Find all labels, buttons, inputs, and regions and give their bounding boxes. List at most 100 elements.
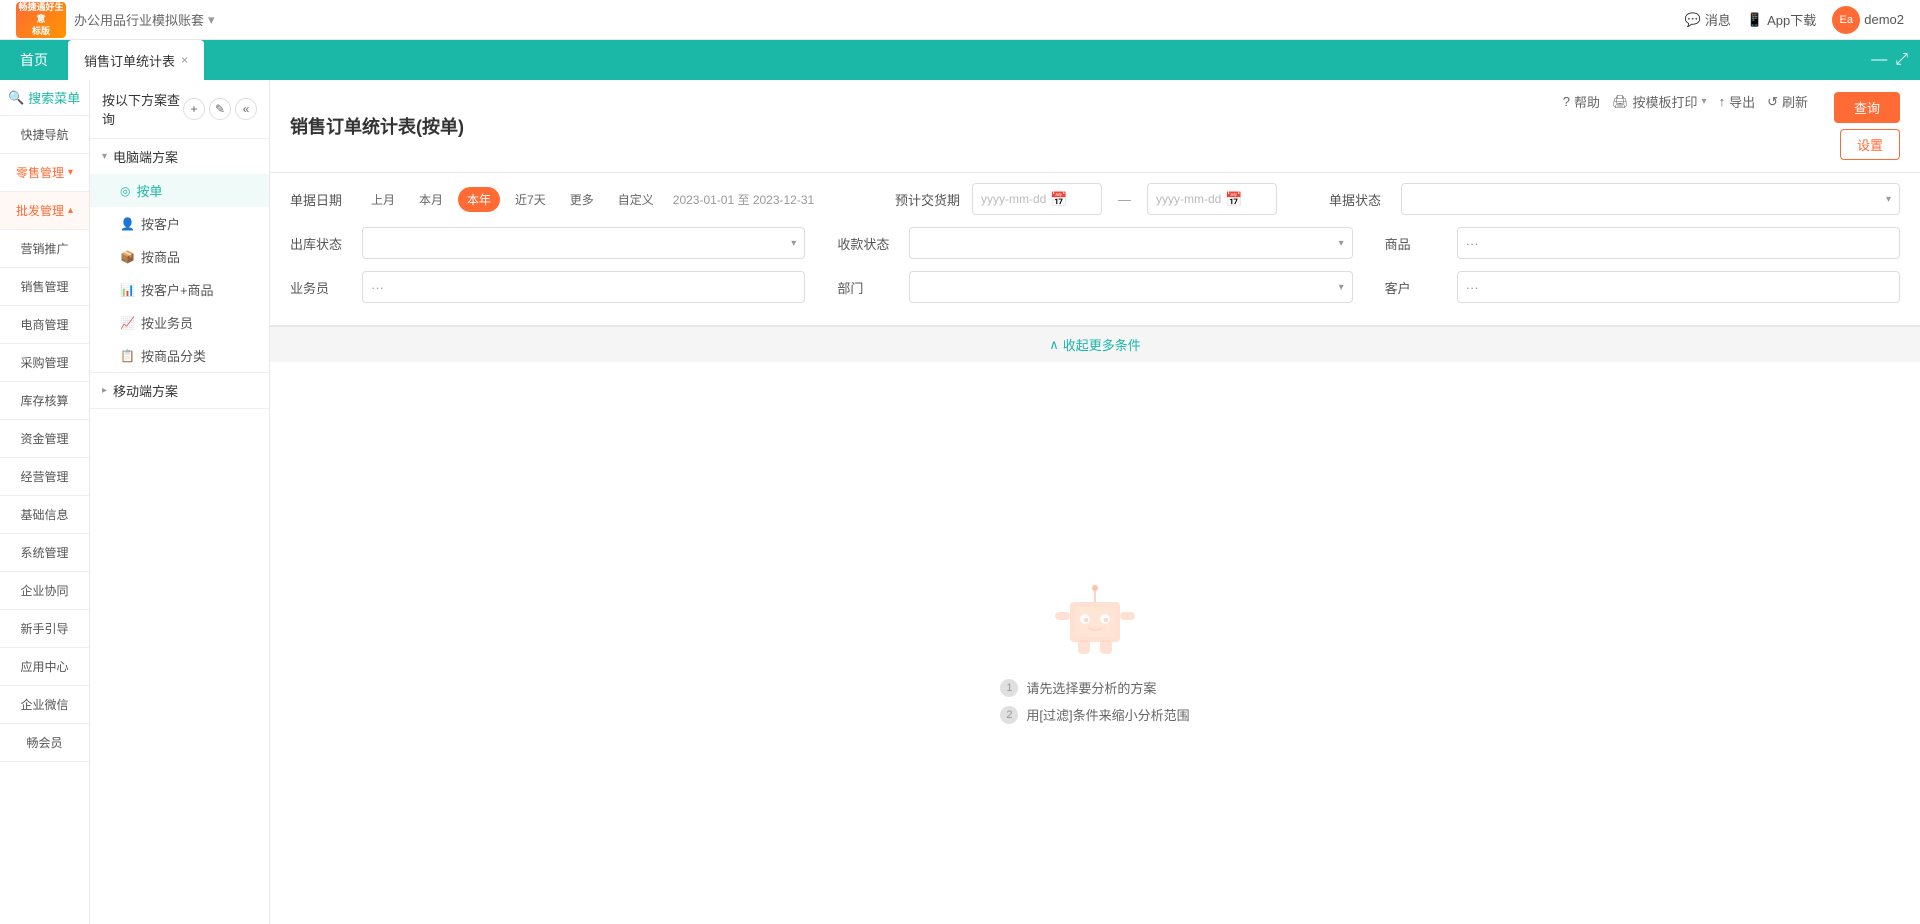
delivery-status-select[interactable]: ▾ (362, 227, 805, 259)
page-header-actions: ? 帮助 🖨 按模板打印 ▾ ↑ 导出 (1563, 92, 1808, 111)
scheme-item-by-product[interactable]: 📦 按商品 (90, 240, 269, 273)
scheme-group-mobile-header[interactable]: ▸ 移动端方案 (90, 373, 269, 408)
content-area: 按以下方案查询 + ✎ « ▾ 电脑端方案 ◎ 按单 (90, 80, 1920, 924)
sidebar-ecommerce-label: 电商管理 (20, 318, 68, 332)
scheme-group-mobile: ▸ 移动端方案 (90, 373, 269, 409)
sidebar-item-operations[interactable]: 经营管理 (0, 458, 89, 496)
collapse-bar[interactable]: ∧ 收起更多条件 (270, 326, 1920, 362)
message-icon: 💬 (1685, 12, 1701, 28)
department-select[interactable]: ▾ (909, 271, 1352, 303)
collapse-panel-btn[interactable]: « (235, 98, 257, 120)
sidebar-inventory-label: 库存核算 (20, 394, 68, 408)
sidebar-search[interactable]: 🔍 搜索菜单 (0, 80, 89, 116)
shortcut-last7days[interactable]: 近7天 (506, 187, 555, 212)
breadcrumb: 办公用品行业模拟账套 ▾ (74, 10, 215, 29)
app-download-btn[interactable]: 📱 App下载 (1747, 10, 1816, 29)
export-btn[interactable]: ↑ 导出 (1719, 92, 1756, 111)
status-chevron-icon: ▾ (1886, 194, 1891, 205)
delivery-date-start[interactable]: yyyy-mm-dd 📅 (972, 183, 1102, 215)
sidebar-item-member[interactable]: 畅会员 (0, 724, 89, 762)
scheme-item-by-order[interactable]: ◎ 按单 (90, 174, 269, 207)
product-dots: ··· (1466, 236, 1479, 251)
delivery-date-end[interactable]: yyyy-mm-dd 📅 (1147, 183, 1277, 215)
add-scheme-btn[interactable]: + (183, 98, 205, 120)
customer-dots: ··· (1466, 280, 1479, 295)
scheme-order-icon: ◎ (120, 184, 130, 198)
sidebar-basic-label: 基础信息 (20, 508, 68, 522)
user-profile[interactable]: Ea demo2 (1832, 6, 1904, 34)
query-button[interactable]: 查询 (1834, 92, 1900, 123)
shortcut-this-year[interactable]: 本年 (458, 187, 500, 212)
sidebar-item-finance[interactable]: 资金管理 (0, 420, 89, 458)
sidebar-item-retail[interactable]: 零售管理 ▾ (0, 154, 89, 192)
tab-close-icon[interactable]: × (181, 53, 188, 67)
tab-active-label: 销售订单统计表 (84, 51, 175, 70)
sidebar-item-app-center[interactable]: 应用中心 (0, 648, 89, 686)
right-panel: 销售订单统计表(按单) ? 帮助 🖨 按模板打印 ▾ (270, 80, 1920, 924)
scheme-item-by-customer[interactable]: 👤 按客户 (90, 207, 269, 240)
print-btn[interactable]: 🖨 按模板打印 ▾ (1612, 92, 1707, 111)
page-header: 销售订单统计表(按单) ? 帮助 🖨 按模板打印 ▾ (270, 80, 1920, 173)
tab-maximize-btn[interactable]: ⤢ (1895, 51, 1908, 69)
scheme-item-by-salesperson[interactable]: 📈 按业务员 (90, 306, 269, 339)
scheme-salesperson-icon: 📈 (120, 316, 135, 330)
shortcut-last-month[interactable]: 上月 (362, 187, 404, 212)
search-icon: 🔍 (8, 90, 24, 106)
settings-button[interactable]: 设置 (1840, 129, 1900, 160)
calendar-start-icon[interactable]: 📅 (1050, 191, 1067, 208)
product-select[interactable]: ··· (1457, 227, 1900, 259)
sidebar-item-enterprise-wechat[interactable]: 企业微信 (0, 686, 89, 724)
scheme-item-by-product-category[interactable]: 📋 按商品分类 (90, 339, 269, 372)
sidebar-retail-label: 零售管理 (16, 164, 64, 181)
customer-select[interactable]: ··· (1457, 271, 1900, 303)
salesperson-select[interactable]: ··· (362, 271, 805, 303)
print-chevron-icon: ▾ (1702, 96, 1707, 107)
scheme-group-mobile-label: 移动端方案 (113, 381, 178, 400)
filter-row-date: 单据日期 上月 本月 本年 近7天 更多 自定义 2023-01-01 至 20… (290, 183, 1900, 215)
filter-row-status: 出库状态 ▾ 收款状态 ▾ 商品 ··· (290, 227, 1900, 259)
refresh-btn[interactable]: ↺ 刷新 (1767, 92, 1808, 111)
empty-illustration (1045, 562, 1145, 662)
help-icon: ? (1563, 94, 1570, 109)
app-download-label: App下载 (1767, 10, 1816, 29)
empty-tip-1-text: 请先选择要分析的方案 (1026, 678, 1156, 697)
shortcut-custom[interactable]: 自定义 (609, 187, 663, 212)
expected-delivery-label: 预计交货期 (895, 190, 960, 209)
sidebar-item-purchase[interactable]: 采购管理 (0, 344, 89, 382)
collapse-label: 收起更多条件 (1063, 335, 1141, 354)
payment-status-select[interactable]: ▾ (909, 227, 1352, 259)
sidebar-item-quick-nav[interactable]: 快捷导航 (0, 116, 89, 154)
sidebar-item-sales[interactable]: 销售管理 (0, 268, 89, 306)
help-btn[interactable]: ? 帮助 (1563, 92, 1600, 111)
status-select[interactable]: ▾ (1401, 183, 1900, 215)
sidebar-item-ecommerce[interactable]: 电商管理 (0, 306, 89, 344)
sidebar-enterprisewechat-label: 企业微信 (20, 698, 68, 712)
tab-minimize-btn[interactable]: — (1871, 51, 1887, 69)
tab-home[interactable]: 首页 (0, 40, 68, 80)
sidebar-item-inventory[interactable]: 库存核算 (0, 382, 89, 420)
export-icon: ↑ (1719, 94, 1726, 109)
sidebar-item-marketing[interactable]: 营销推广 (0, 230, 89, 268)
sidebar-wholesale-label: 批发管理 (16, 202, 64, 219)
delivery-chevron-icon: ▾ (791, 238, 796, 249)
sidebar-item-system[interactable]: 系统管理 (0, 534, 89, 572)
shortcut-more[interactable]: 更多 (561, 187, 603, 212)
triangle-right-icon: ▸ (102, 385, 107, 396)
shortcut-this-month[interactable]: 本月 (410, 187, 452, 212)
delivery-status-label: 出库状态 (290, 234, 350, 253)
sidebar-purchase-label: 采购管理 (20, 356, 68, 370)
edit-scheme-btn[interactable]: ✎ (209, 98, 231, 120)
scheme-group-pc-header[interactable]: ▾ 电脑端方案 (90, 139, 269, 174)
refresh-label: 刷新 (1782, 92, 1808, 111)
calendar-end-icon[interactable]: 📅 (1225, 191, 1242, 208)
scheme-item-by-customer-product[interactable]: 📊 按客户+商品 (90, 273, 269, 306)
sidebar-item-newcomer[interactable]: 新手引导 (0, 610, 89, 648)
sidebar-item-basic[interactable]: 基础信息 (0, 496, 89, 534)
chevron-up-icon: ▴ (68, 205, 73, 216)
tab-active[interactable]: 销售订单统计表 × (68, 40, 204, 80)
message-btn[interactable]: 💬 消息 (1685, 10, 1731, 29)
sidebar-item-wholesale[interactable]: 批发管理 ▴ (0, 192, 89, 230)
sidebar-item-enterprise[interactable]: 企业协同 (0, 572, 89, 610)
sidebar-enterprise-label: 企业协同 (20, 584, 68, 598)
salesperson-label: 业务员 (290, 278, 350, 297)
